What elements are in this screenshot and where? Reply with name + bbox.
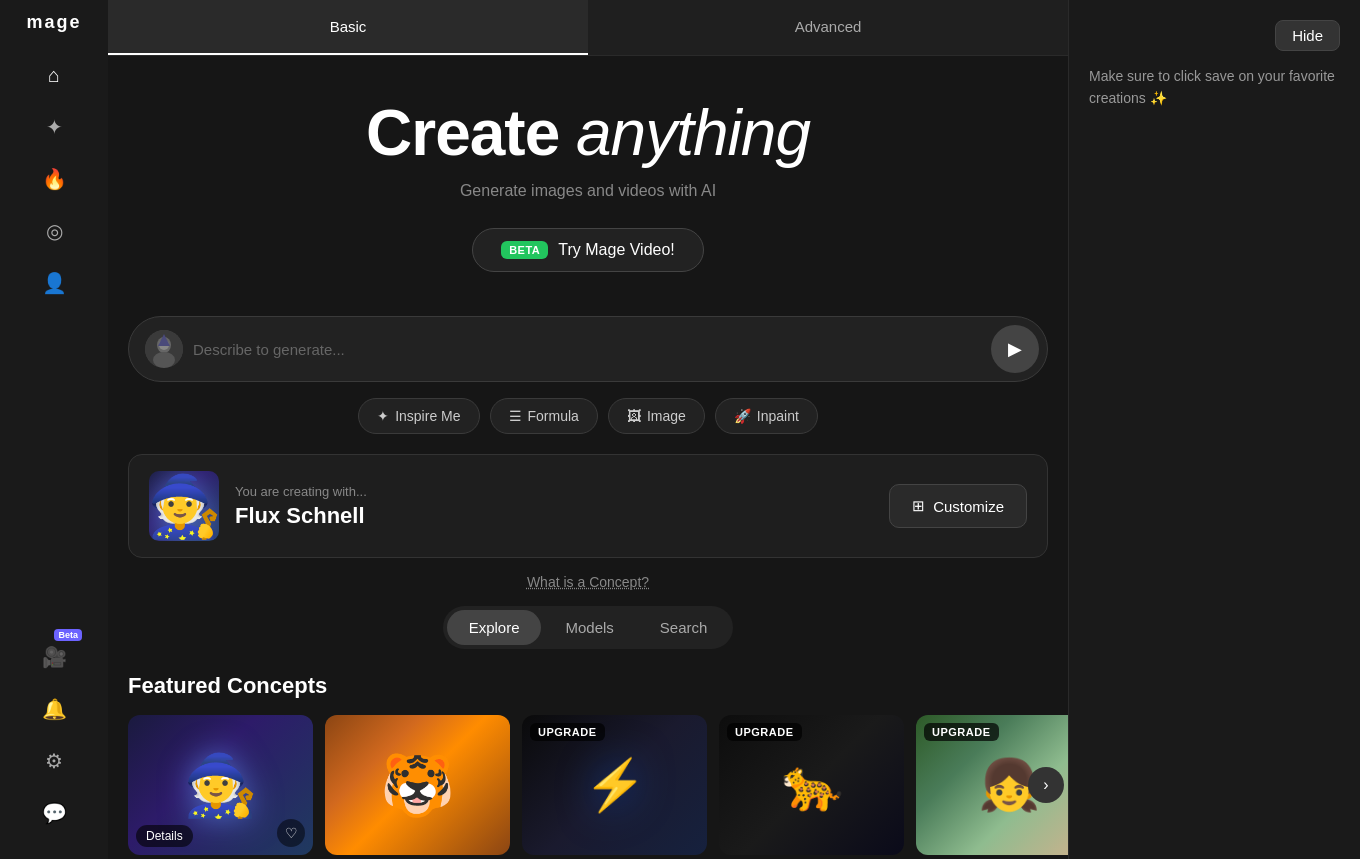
main-content: Basic Advanced Create anything Generate … [108,0,1068,859]
dark1-figure: ⚡ [522,715,707,855]
formula-label: Formula [528,408,579,424]
hero-title-start: Create [366,97,576,169]
tiger-card-figure: 🐯 [325,715,510,855]
inpaint-icon: 🚀 [734,408,751,424]
upgrade-banner-2: UPGRADE [727,723,802,741]
featured-title: Featured Concepts [128,673,1048,699]
inspire-label: Inspire Me [395,408,460,424]
tool-buttons-row: ✦ Inspire Me ☰ Formula 🖼 Image 🚀 Inpaint [108,398,1068,454]
right-panel: Hide Make sure to click save on your fav… [1068,0,1360,859]
featured-section: Featured Concepts 🧙 Details ♡ 🐯 UPGRADE … [108,673,1068,859]
prompt-avatar [145,330,183,368]
concept-card-dark2[interactable]: UPGRADE 🐆 [719,715,904,855]
browse-tabs: Explore Models Search [108,606,1068,649]
wizard-emoji: 🧙 [149,471,219,541]
browse-tabs-inner: Explore Models Search [443,606,734,649]
concept-link[interactable]: What is a Concept? [108,574,1068,590]
prompt-run-button[interactable]: ▶ [991,325,1039,373]
beta-badge-label: Beta [54,629,82,641]
customize-button[interactable]: ⊞ Customize [889,484,1027,528]
inspire-icon: ✦ [377,408,389,424]
next-icon: › [1043,776,1048,794]
sidebar-item-compass[interactable]: ◎ [32,209,76,253]
app-logo: mage [26,12,81,33]
sidebar-top-nav: ⌂ ✦ 🔥 ◎ 👤 [32,53,76,635]
try-mage-video-button[interactable]: BETA Try Mage Video! [472,228,704,272]
top-tab-bar: Basic Advanced [108,0,1068,56]
hero-title-highlight: anything [576,97,810,169]
sidebar-item-settings[interactable]: ⚙ [32,739,76,783]
right-panel-message: Make sure to click save on your favorite… [1089,65,1340,110]
next-button[interactable]: › [1028,767,1064,803]
image-button[interactable]: 🖼 Image [608,398,705,434]
concept-card-tiger[interactable]: 🐯 [325,715,510,855]
sidebar-bottom-nav: 🎥 Beta 🔔 ⚙ 💬 [32,635,76,847]
model-card: 🧙 You are creating with... Flux Schnell … [128,454,1048,558]
details-button[interactable]: Details [136,825,193,847]
heart-button[interactable]: ♡ [277,819,305,847]
tab-explore[interactable]: Explore [447,610,542,645]
hero-subtitle: Generate images and videos with AI [128,182,1048,200]
sidebar-item-home[interactable]: ⌂ [32,53,76,97]
sidebar-item-fire[interactable]: 🔥 [32,157,76,201]
prompt-bar: ▶ [128,316,1048,382]
upgrade-banner-3: UPGRADE [924,723,999,741]
prompt-input[interactable] [193,341,981,358]
sidebar-item-bell[interactable]: 🔔 [32,687,76,731]
run-icon: ▶ [1008,338,1022,360]
model-name: Flux Schnell [235,503,873,529]
video-btn-text: Try Mage Video! [558,241,675,259]
tab-basic[interactable]: Basic [108,0,588,55]
model-info: You are creating with... Flux Schnell [235,484,873,529]
hide-button[interactable]: Hide [1275,20,1340,51]
hero-title: Create anything [128,96,1048,170]
formula-icon: ☰ [509,408,522,424]
model-thumbnail: 🧙 [149,471,219,541]
sidebar: mage ⌂ ✦ 🔥 ◎ 👤 🎥 Beta 🔔 ⚙ 💬 [0,0,108,859]
tab-search[interactable]: Search [638,610,730,645]
formula-button[interactable]: ☰ Formula [490,398,598,434]
hero-section: Create anything Generate images and vide… [108,56,1068,292]
tab-models[interactable]: Models [543,610,635,645]
inpaint-button[interactable]: 🚀 Inpaint [715,398,818,434]
customize-label: Customize [933,498,1004,515]
sidebar-item-discord[interactable]: 💬 [32,791,76,835]
image-icon: 🖼 [627,408,641,424]
image-label: Image [647,408,686,424]
beta-pill-label: BETA [501,241,548,259]
inpaint-label: Inpaint [757,408,799,424]
concept-card-dark1[interactable]: UPGRADE ⚡ [522,715,707,855]
concept-card-wizard[interactable]: 🧙 Details ♡ [128,715,313,855]
sidebar-item-sparkle[interactable]: ✦ [32,105,76,149]
customize-icon: ⊞ [912,497,925,515]
inspire-me-button[interactable]: ✦ Inspire Me [358,398,479,434]
sidebar-item-user[interactable]: 👤 [32,261,76,305]
tab-advanced[interactable]: Advanced [588,0,1068,55]
concepts-grid: 🧙 Details ♡ 🐯 UPGRADE ⚡ UPGRADE 🐆 UPGRAD… [128,715,1048,855]
svg-point-3 [153,352,175,368]
model-creating-text: You are creating with... [235,484,873,499]
right-panel-header: Hide [1089,20,1340,51]
sidebar-item-video[interactable]: 🎥 Beta [32,635,76,679]
